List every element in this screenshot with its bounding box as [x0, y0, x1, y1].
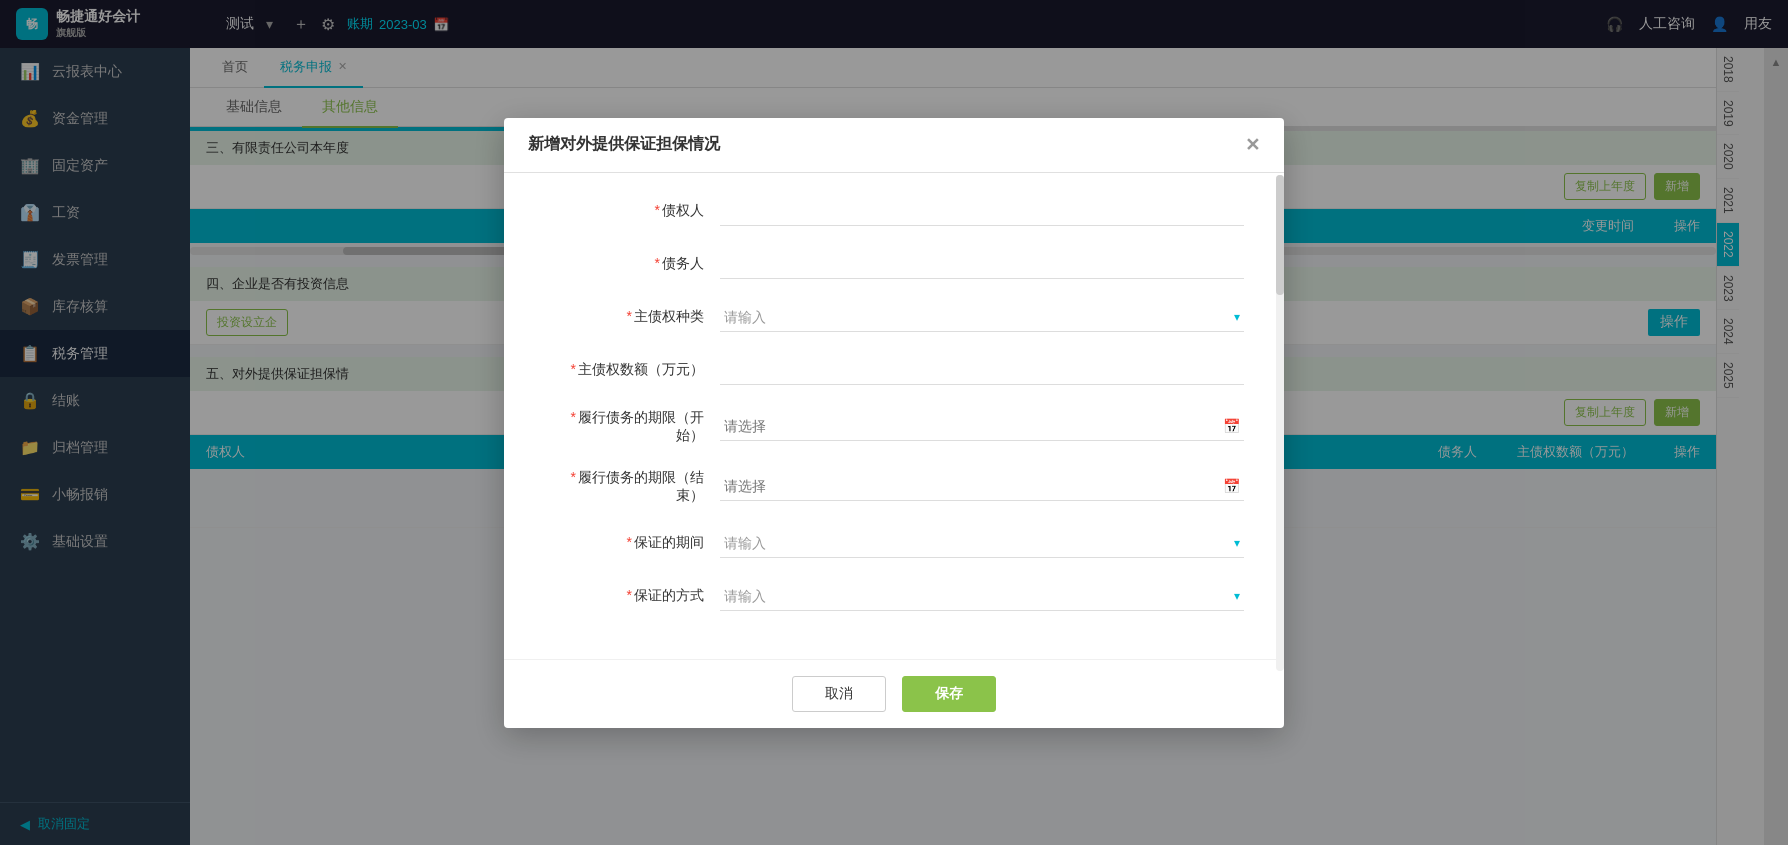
modal-scrollbar-track[interactable] — [1276, 175, 1284, 671]
debtor-required-mark: * — [655, 255, 660, 271]
claim-type-select-wrapper: 请输入 ▾ — [720, 303, 1244, 332]
claim-type-chevron-icon: ▾ — [1234, 310, 1240, 324]
claim-amount-required-mark: * — [571, 361, 576, 377]
obligation-end-date-wrapper: 📅 — [720, 472, 1244, 501]
modal-title: 新增对外提供保证担保情况 — [528, 134, 720, 155]
cancel-button[interactable]: 取消 — [792, 676, 886, 712]
debtor-label: *债务人 — [544, 255, 704, 273]
guarantee-period-required-mark: * — [627, 534, 632, 550]
claim-type-select[interactable]: 请输入 — [720, 303, 1244, 331]
obligation-start-input[interactable] — [720, 412, 1244, 440]
creditor-label: *债权人 — [544, 202, 704, 220]
obligation-end-required-mark: * — [571, 469, 576, 485]
form-row-obligation-end: *履行债务的期限（结束） 📅 — [544, 469, 1244, 505]
form-row-obligation-start: *履行债务的期限（开始） 📅 — [544, 409, 1244, 445]
claim-type-label: *主债权种类 — [544, 308, 704, 326]
obligation-start-calendar-icon[interactable]: 📅 — [1223, 418, 1240, 434]
creditor-required-mark: * — [655, 202, 660, 218]
form-row-creditor: *债权人 — [544, 197, 1244, 226]
obligation-end-label: *履行债务的期限（结束） — [544, 469, 704, 505]
obligation-start-required-mark: * — [571, 409, 576, 425]
claim-amount-input[interactable] — [720, 356, 1244, 385]
modal-overlay: 新增对外提供保证担保情况 ✕ *债权人 *债务人 *主债权种类 — [0, 0, 1788, 845]
modal-close-button[interactable]: ✕ — [1245, 134, 1260, 156]
guarantee-method-select-wrapper: 请输入 ▾ — [720, 582, 1244, 611]
obligation-end-input[interactable] — [720, 472, 1244, 500]
guarantee-period-select-wrapper: 请输入 ▾ — [720, 529, 1244, 558]
obligation-end-calendar-icon[interactable]: 📅 — [1223, 478, 1240, 494]
guarantee-method-select[interactable]: 请输入 — [720, 582, 1244, 610]
modal-dialog: 新增对外提供保证担保情况 ✕ *债权人 *债务人 *主债权种类 — [504, 118, 1284, 728]
guarantee-method-label: *保证的方式 — [544, 587, 704, 605]
claim-amount-label: *主债权数额（万元） — [544, 361, 704, 379]
obligation-start-date-wrapper: 📅 — [720, 412, 1244, 441]
debtor-input[interactable] — [720, 250, 1244, 279]
claim-type-required-mark: * — [627, 308, 632, 324]
creditor-input[interactable] — [720, 197, 1244, 226]
guarantee-method-chevron-icon: ▾ — [1234, 589, 1240, 603]
form-row-claim-type: *主债权种类 请输入 ▾ — [544, 303, 1244, 332]
obligation-start-label: *履行债务的期限（开始） — [544, 409, 704, 445]
guarantee-period-label: *保证的期间 — [544, 534, 704, 552]
form-row-claim-amount: *主债权数额（万元） — [544, 356, 1244, 385]
modal-footer: 取消 保存 — [504, 659, 1284, 728]
modal-header: 新增对外提供保证担保情况 ✕ — [504, 118, 1284, 173]
modal-body: *债权人 *债务人 *主债权种类 请输入 ▾ — [504, 173, 1284, 659]
form-row-guarantee-method: *保证的方式 请输入 ▾ — [544, 582, 1244, 611]
form-row-debtor: *债务人 — [544, 250, 1244, 279]
form-row-guarantee-period: *保证的期间 请输入 ▾ — [544, 529, 1244, 558]
modal-scrollbar-thumb[interactable] — [1276, 175, 1284, 295]
guarantee-method-required-mark: * — [627, 587, 632, 603]
guarantee-period-chevron-icon: ▾ — [1234, 536, 1240, 550]
save-button[interactable]: 保存 — [902, 676, 996, 712]
guarantee-period-select[interactable]: 请输入 — [720, 529, 1244, 557]
